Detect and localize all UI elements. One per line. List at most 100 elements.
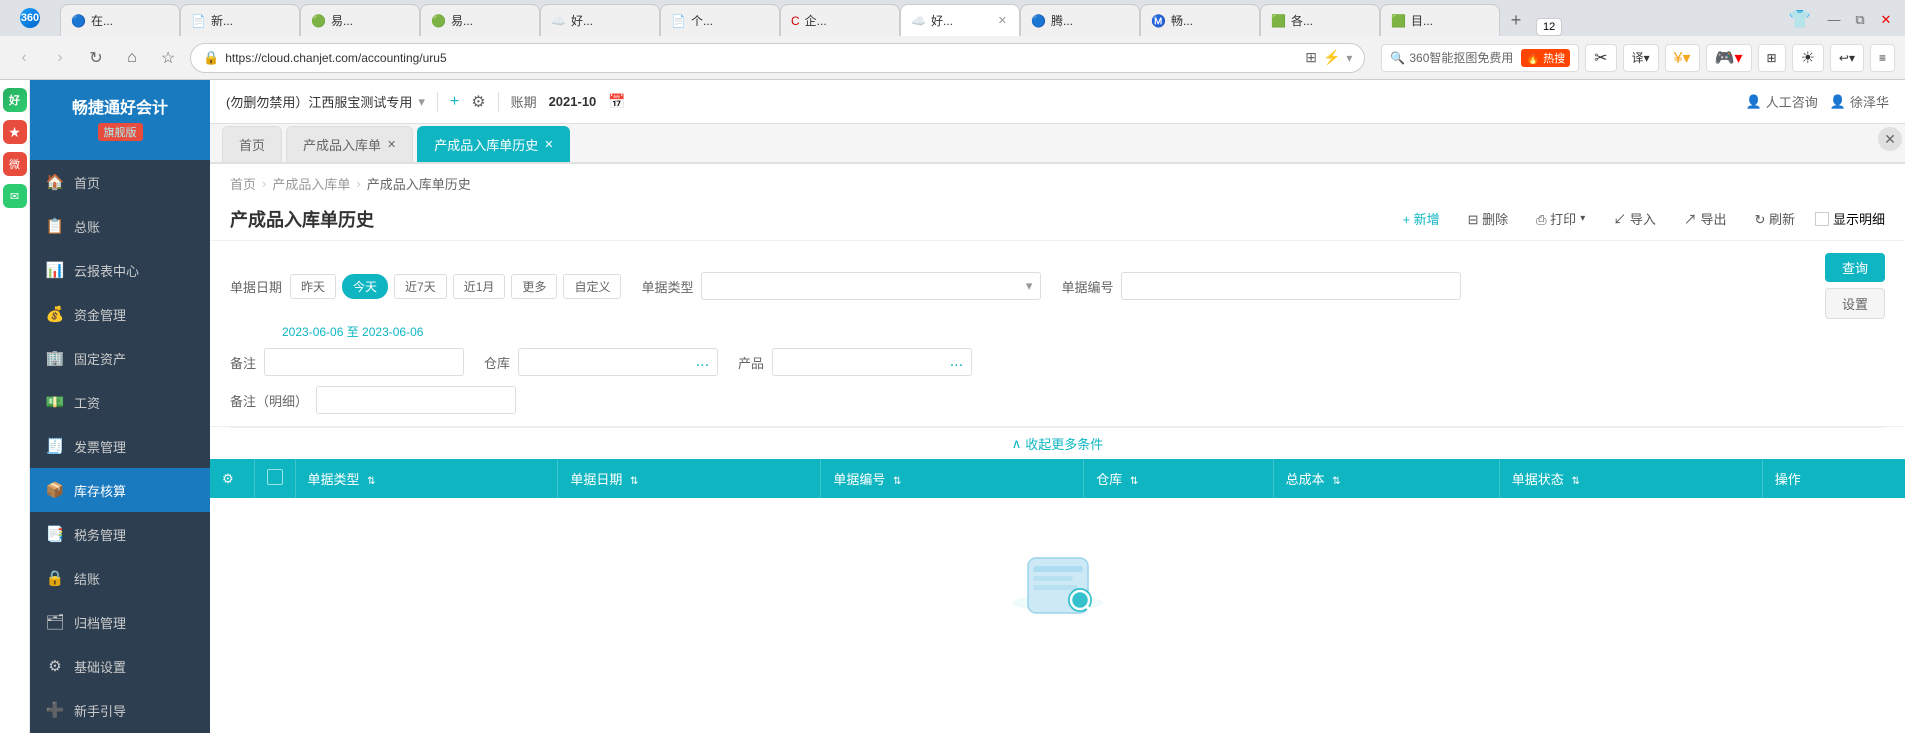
sidebar-item-cloud-report[interactable]: 📊 云报表中心 bbox=[30, 248, 210, 292]
tab-11[interactable]: 🟩 各... bbox=[1260, 4, 1380, 36]
tab-8-active[interactable]: ☁️ 好... ✕ bbox=[900, 4, 1020, 36]
breadcrumb-home-link[interactable]: 首页 bbox=[230, 174, 256, 193]
sidebar-item-invoice[interactable]: 🧾 发票管理 bbox=[30, 424, 210, 468]
tab-4[interactable]: 🟢 易... bbox=[420, 4, 540, 36]
th-cost-sort-icon[interactable]: ⇅ bbox=[1332, 476, 1340, 487]
sidebar-icon-3[interactable]: ✉ bbox=[3, 184, 27, 208]
sidebar-item-guide[interactable]: ➕ 新手引导 bbox=[30, 688, 210, 732]
user-service-button[interactable]: 👤 人工咨询 bbox=[1746, 92, 1818, 111]
query-button[interactable]: 查询 bbox=[1825, 253, 1885, 282]
company-selector[interactable]: (勿删勿禁用）江西服宝测试专用 ▾ bbox=[226, 92, 425, 111]
tab-8-close-icon[interactable]: ✕ bbox=[996, 12, 1009, 29]
import-button[interactable]: ↙ 导入 bbox=[1605, 205, 1664, 232]
sidebar-item-fund[interactable]: 💰 资金管理 bbox=[30, 292, 210, 336]
show-cols-checkbox[interactable] bbox=[1815, 212, 1829, 226]
export-button[interactable]: ↗ 导出 bbox=[1676, 205, 1735, 232]
delete-button[interactable]: ⊟ 删除 bbox=[1460, 205, 1517, 232]
page-tab-list-close-icon[interactable]: ✕ bbox=[387, 138, 396, 151]
th-warehouse[interactable]: 仓库 ⇅ bbox=[1084, 459, 1273, 498]
th-warehouse-sort-icon[interactable]: ⇅ bbox=[1130, 476, 1138, 487]
sidebar-icon-1[interactable]: ★ bbox=[3, 120, 27, 144]
th-type-sort-icon[interactable]: ⇅ bbox=[367, 476, 375, 487]
th-checkbox[interactable] bbox=[254, 459, 295, 498]
page-tab-history-close-icon[interactable]: ✕ bbox=[544, 138, 553, 151]
grid-icon[interactable]: ⊞ bbox=[1305, 49, 1317, 66]
last-month-button[interactable]: 近1月 bbox=[453, 274, 506, 299]
refresh-button[interactable]: ↻ 刷新 bbox=[1746, 205, 1803, 232]
page-tab-history[interactable]: 产成品入库单历史 ✕ bbox=[417, 126, 570, 162]
new-tab-button[interactable]: + bbox=[1500, 4, 1532, 36]
tab-2[interactable]: 📄 新... bbox=[180, 4, 300, 36]
sidebar-item-inventory[interactable]: 📦 库存核算 bbox=[30, 468, 210, 512]
close-button[interactable]: ✕ bbox=[1877, 11, 1895, 29]
today-button[interactable]: 今天 bbox=[342, 274, 388, 299]
number-filter-input[interactable] bbox=[1121, 272, 1461, 300]
last7-button[interactable]: 近7天 bbox=[394, 274, 447, 299]
page-tab-list[interactable]: 产成品入库单 ✕ bbox=[286, 126, 413, 162]
back-button[interactable]: ‹ bbox=[10, 44, 38, 72]
panel-close-button[interactable]: ✕ bbox=[1878, 127, 1902, 151]
tab-6[interactable]: 📄 个... bbox=[660, 4, 780, 36]
collapse-bar[interactable]: ∧ 收起更多条件 bbox=[230, 427, 1885, 459]
table-settings-icon[interactable]: ⚙ bbox=[222, 471, 234, 486]
th-settings[interactable]: ⚙ bbox=[210, 459, 254, 498]
custom-date-button[interactable]: 自定义 bbox=[563, 274, 621, 299]
sidebar-item-settings[interactable]: ⚙ 基础设置 bbox=[30, 644, 210, 688]
th-status[interactable]: 单据状态 ⇅ bbox=[1499, 459, 1762, 498]
more-date-button[interactable]: 更多 bbox=[511, 274, 557, 299]
tab-1[interactable]: 🔵 在... bbox=[60, 4, 180, 36]
url-bar[interactable]: 🔒 https://cloud.chanjet.com/accounting/u… bbox=[190, 43, 1365, 73]
refresh-nav-button[interactable]: ↻ bbox=[82, 44, 110, 72]
sidebar-item-tax[interactable]: 📑 税务管理 bbox=[30, 512, 210, 556]
grid-tool-button[interactable]: ⊞ bbox=[1758, 44, 1786, 72]
th-date-sort-icon[interactable]: ⇅ bbox=[630, 476, 638, 487]
warehouse-select[interactable]: ... bbox=[518, 348, 718, 376]
th-date[interactable]: 单据日期 ⇅ bbox=[558, 459, 821, 498]
undo-tool-button[interactable]: ↩▾ bbox=[1830, 44, 1864, 72]
sidebar-item-fixed-assets[interactable]: 🏢 固定资产 bbox=[30, 336, 210, 380]
lightning-icon[interactable]: ⚡ bbox=[1323, 49, 1340, 66]
settings-topbar-icon[interactable]: ⚙ bbox=[471, 92, 485, 112]
bookmark-button[interactable]: ☆ bbox=[154, 44, 182, 72]
yesterday-button[interactable]: 昨天 bbox=[290, 274, 336, 299]
sun-tool-button[interactable]: ☀ bbox=[1792, 44, 1824, 72]
sidebar-logo[interactable]: 好 bbox=[3, 88, 27, 112]
sidebar-icon-2[interactable]: 微 bbox=[3, 152, 27, 176]
forward-button[interactable]: › bbox=[46, 44, 74, 72]
th-cost[interactable]: 总成本 ⇅ bbox=[1273, 459, 1499, 498]
tab-9[interactable]: 🔵 腾... bbox=[1020, 4, 1140, 36]
th-status-sort-icon[interactable]: ⇅ bbox=[1571, 476, 1579, 487]
sidebar-item-payroll[interactable]: 💵 工资 bbox=[30, 380, 210, 424]
th-type[interactable]: 单据类型 ⇅ bbox=[295, 459, 558, 498]
th-number-sort-icon[interactable]: ⇅ bbox=[893, 476, 901, 487]
dropdown-arrow-icon[interactable]: ▾ bbox=[1346, 51, 1352, 65]
calendar-icon[interactable]: 📅 bbox=[608, 93, 625, 110]
tab-3[interactable]: 🟢 易... bbox=[300, 4, 420, 36]
note-detail-filter-input[interactable] bbox=[316, 386, 516, 414]
warehouse-dots-icon[interactable]: ... bbox=[696, 353, 709, 371]
restore-button[interactable]: ⧉ bbox=[1851, 11, 1869, 29]
tab-12[interactable]: 🟩 目... bbox=[1380, 4, 1500, 36]
sidebar-item-archive[interactable]: 🗂 归档管理 bbox=[30, 600, 210, 644]
home-nav-button[interactable]: ⌂ bbox=[118, 44, 146, 72]
more-tool-button[interactable]: ≡ bbox=[1870, 44, 1895, 72]
sidebar-item-ledger[interactable]: 📋 总账 bbox=[30, 204, 210, 248]
shirt-icon[interactable]: 👕 bbox=[1783, 7, 1817, 32]
user-avatar[interactable]: 👤 徐泽华 bbox=[1830, 92, 1889, 111]
page-tab-home[interactable]: 首页 bbox=[222, 126, 282, 162]
sidebar-item-checkout[interactable]: 🔒 结账 bbox=[30, 556, 210, 600]
tab-5[interactable]: ☁️ 好... bbox=[540, 4, 660, 36]
browser-menu-icon[interactable]: 360 bbox=[20, 8, 40, 28]
product-select[interactable]: ... bbox=[772, 348, 972, 376]
print-button[interactable]: ⎙ 打印 ▾ bbox=[1528, 205, 1593, 232]
breadcrumb-parent-link[interactable]: 产成品入库单 bbox=[272, 174, 350, 193]
product-dots-icon[interactable]: ... bbox=[950, 353, 963, 371]
game-tool-button[interactable]: 🎮▾ bbox=[1706, 44, 1752, 72]
yuan-tool-button[interactable]: ¥▾ bbox=[1665, 44, 1700, 72]
set-button[interactable]: 设置 bbox=[1825, 288, 1885, 319]
translate-tool-button[interactable]: 译▾ bbox=[1623, 44, 1659, 72]
tab-7[interactable]: C 企... bbox=[780, 4, 900, 36]
minimize-button[interactable]: — bbox=[1825, 11, 1843, 29]
type-select[interactable]: ▾ bbox=[701, 272, 1041, 300]
note-filter-input[interactable] bbox=[264, 348, 464, 376]
